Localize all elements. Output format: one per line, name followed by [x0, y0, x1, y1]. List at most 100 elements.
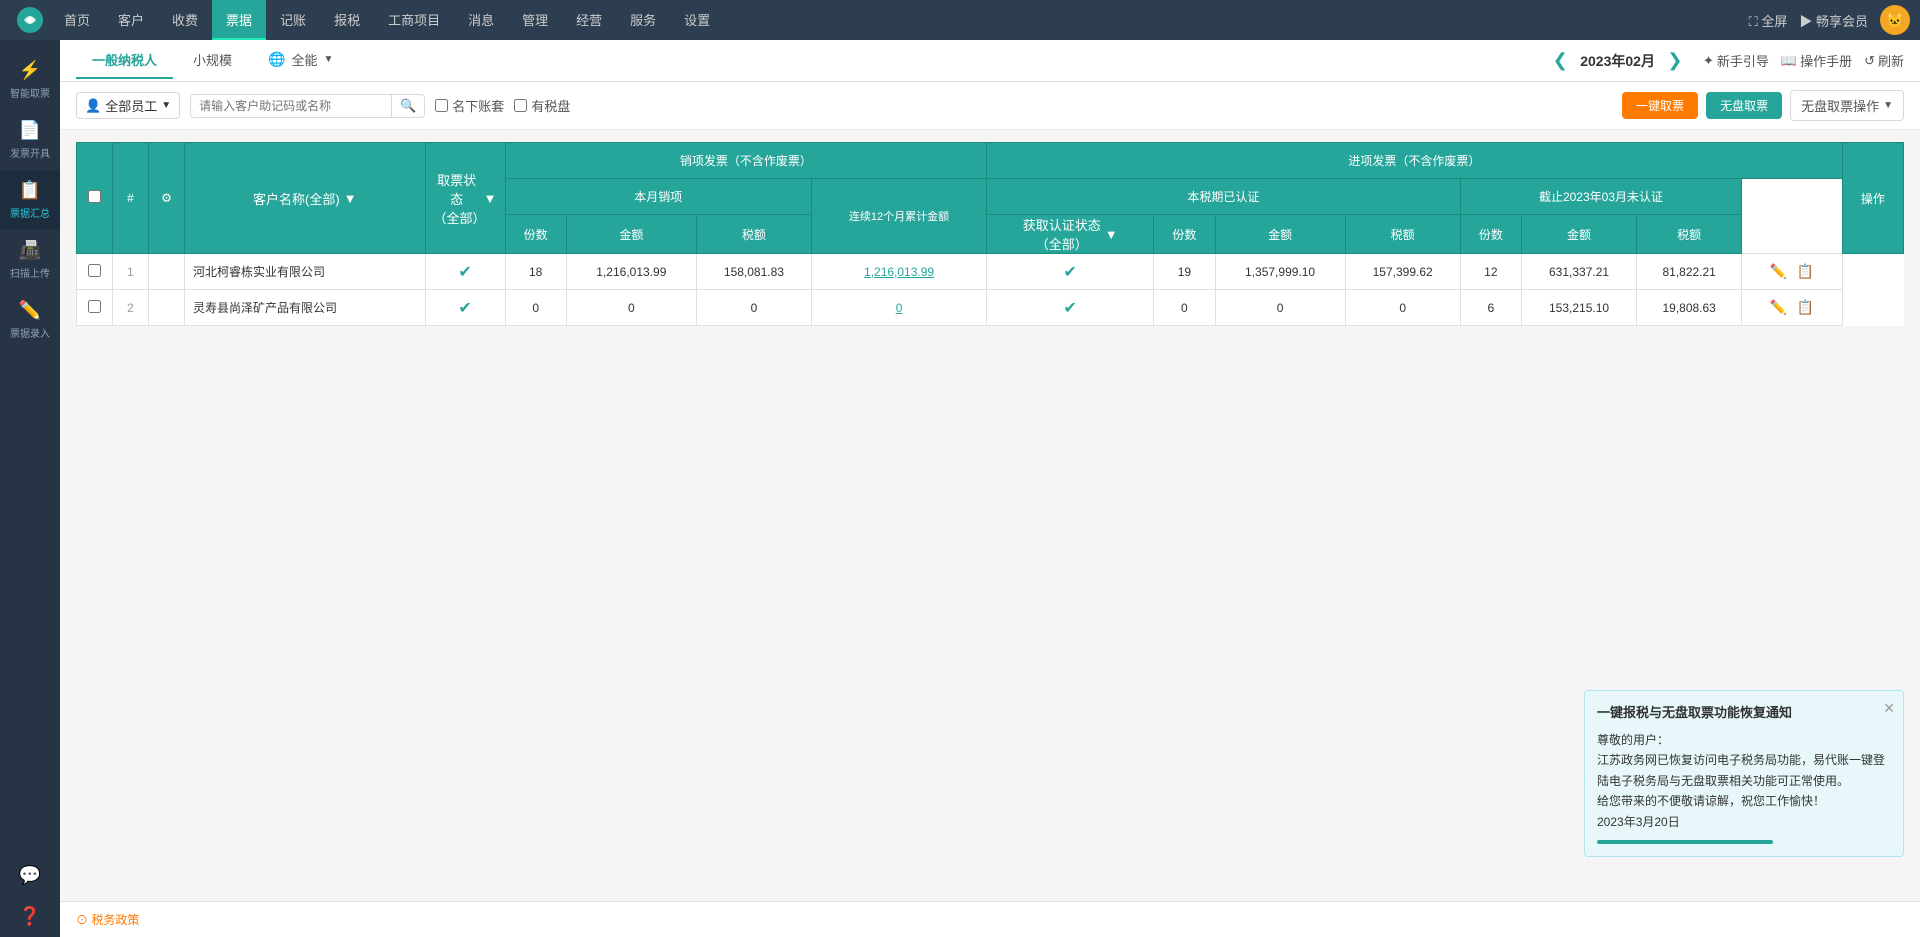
th-action: 操作 — [1842, 143, 1903, 254]
guide-btn[interactable]: ✦ 新手引导 — [1703, 51, 1769, 70]
employee-icon: 👤 — [85, 98, 101, 114]
row-view-icon[interactable]: 📋 — [1797, 263, 1814, 279]
row-purchase-current-qty: 0 — [1154, 290, 1215, 326]
nav-right: ⛶ 全屏 ▶ 畅享会员 🐱 — [1749, 5, 1910, 35]
sidebar-item-chat[interactable]: 💬 — [0, 855, 60, 896]
nav-service[interactable]: 服务 — [616, 0, 670, 40]
search-button[interactable]: 🔍 — [391, 95, 424, 117]
refresh-btn[interactable]: ↺ 刷新 — [1864, 51, 1904, 70]
date-nav: ❮ 2023年02月 ❯ — [1548, 49, 1687, 73]
nav-business[interactable]: 经营 — [562, 0, 616, 40]
tab-bar: 一般纳税人 小规模 🌐 全能 ▼ ❮ 2023年02月 ❯ ✦ 新手引导 📖 操… — [60, 40, 1920, 82]
chevron-down-icon: ▼ — [323, 54, 333, 65]
sidebar-item-invoice-entry[interactable]: ✏️ 票据录入 — [0, 290, 60, 350]
notification-body: 尊敬的用户： 江苏政务网已恢复访问电子税务局功能，易代账一键登陆电子税务局与无盘… — [1597, 730, 1891, 832]
row-edit-icon[interactable]: ✏️ — [1770, 299, 1787, 315]
sidebar-item-invoice-summary[interactable]: 📋 票据汇总 — [0, 170, 60, 230]
main-table: # ⚙ 客户名称(全部) ▼ 取票状态（全部） ▼ — [76, 142, 1904, 326]
avatar[interactable]: 🐱 — [1880, 5, 1910, 35]
prev-month-btn[interactable]: ❮ — [1548, 49, 1572, 73]
tax-policy-link[interactable]: ⊙ 税务政策 — [76, 911, 139, 928]
row-purchase-uncert-amount: 631,337.21 — [1521, 254, 1636, 290]
checkbox-my-accounts[interactable]: 名下账套 — [435, 96, 504, 115]
fullscreen-btn[interactable]: ⛶ 全屏 — [1749, 11, 1788, 30]
sidebar-bottom: 💬 ❓ — [0, 855, 60, 937]
row-checkbox[interactable] — [88, 300, 101, 313]
tab-small-scale[interactable]: 小规模 — [177, 42, 248, 79]
row-sales-accum[interactable]: 0 — [811, 290, 986, 326]
row-index: 2 — [113, 290, 149, 326]
row-sales-amount: 1,216,013.99 — [566, 254, 696, 290]
row-purchase-uncert-amount: 153,215.10 — [1521, 290, 1636, 326]
th-purchase-group: 进项发票（不含作废票） — [987, 143, 1843, 179]
next-month-btn[interactable]: ❯ — [1663, 49, 1687, 73]
th-sales-qty: 份数 — [505, 215, 566, 254]
sidebar-item-help[interactable]: ❓ — [0, 896, 60, 937]
search-input[interactable] — [191, 96, 391, 116]
row-customer-name: 河北柯睿栋实业有限公司 — [185, 254, 426, 290]
row-edit-icon[interactable]: ✏️ — [1770, 263, 1787, 279]
row-purchase-current-amount: 1,357,999.10 — [1215, 254, 1345, 290]
member-btn[interactable]: ▶ 畅享会员 — [1799, 11, 1868, 30]
chat-icon: 💬 — [19, 865, 41, 886]
chevron-down-icon: ▼ — [1883, 100, 1893, 111]
th-customer-name: 客户名称(全部) ▼ — [185, 143, 426, 254]
employee-select[interactable]: 👤 全部员工 ▼ — [76, 92, 180, 119]
row-index: 1 — [113, 254, 149, 290]
toolbar-right: 一键取票 无盘取票 无盘取票操作 ▼ — [1622, 90, 1904, 121]
select-all-checkbox[interactable] — [88, 190, 101, 203]
sidebar-item-invoice-open[interactable]: 📄 发票开具 — [0, 110, 60, 170]
row-settings — [149, 290, 185, 326]
one-click-fetch-btn[interactable]: 一键取票 — [1622, 92, 1698, 119]
nav-tax[interactable]: 报税 — [320, 0, 374, 40]
notification-title: 一键报税与无盘取票功能恢复通知 — [1597, 703, 1891, 724]
no-disc-operation-btn[interactable]: 无盘取票操作 ▼ — [1790, 90, 1904, 121]
row-view-icon[interactable]: 📋 — [1797, 299, 1814, 315]
th-purchase-current-qty: 份数 — [1154, 215, 1215, 254]
sidebar-item-smart-ticket[interactable]: ⚡ 智能取票 — [0, 50, 60, 110]
th-purchase-current-tax: 税额 — [1345, 215, 1460, 254]
top-actions: ✦ 新手引导 📖 操作手册 ↺ 刷新 — [1703, 51, 1904, 70]
nav-manage[interactable]: 管理 — [508, 0, 562, 40]
row-sales-tax: 158,081.83 — [696, 254, 811, 290]
nav-invoice[interactable]: 票据 — [212, 0, 266, 40]
row-sales-qty: 0 — [505, 290, 566, 326]
row-cert-status: ✔ — [987, 254, 1154, 290]
tab-all[interactable]: 🌐 全能 ▼ — [252, 42, 349, 79]
nav-settings[interactable]: 设置 — [670, 0, 724, 40]
row-fetch-status: ✔ — [425, 254, 505, 290]
tax-disc-checkbox[interactable] — [514, 99, 527, 112]
row-checkbox[interactable] — [88, 264, 101, 277]
scan-upload-icon: 📠 — [19, 240, 41, 261]
th-purchase-current-amount: 金额 — [1215, 215, 1345, 254]
globe-icon: 🌐 — [268, 51, 285, 68]
row-purchase-uncert-qty: 6 — [1460, 290, 1521, 326]
row-fetch-status: ✔ — [425, 290, 505, 326]
row-purchase-uncert-tax: 81,822.21 — [1637, 254, 1742, 290]
nav-fee[interactable]: 收费 — [158, 0, 212, 40]
nav-customer[interactable]: 客户 — [104, 0, 158, 40]
table-row: 1 河北柯睿栋实业有限公司 ✔ 18 1,216,013.99 158,081.… — [77, 254, 1904, 290]
row-purchase-current-amount: 0 — [1215, 290, 1345, 326]
row-purchase-current-qty: 19 — [1154, 254, 1215, 290]
nav-bookkeeping[interactable]: 记账 — [266, 0, 320, 40]
my-accounts-checkbox[interactable] — [435, 99, 448, 112]
no-disc-fetch-btn[interactable]: 无盘取票 — [1706, 92, 1782, 119]
notification-scrollbar — [1597, 840, 1773, 844]
checkbox-tax-disc[interactable]: 有税盘 — [514, 96, 570, 115]
tab-general-taxpayer[interactable]: 一般纳税人 — [76, 42, 173, 79]
row-sales-accum[interactable]: 1,216,013.99 — [811, 254, 986, 290]
th-fetch-status: 取票状态（全部） ▼ — [425, 143, 505, 254]
nav-commerce[interactable]: 工商项目 — [374, 0, 454, 40]
row-actions: ✏️ 📋 — [1742, 254, 1842, 290]
notification-panel: ✕ 一键报税与无盘取票功能恢复通知 尊敬的用户： 江苏政务网已恢复访问电子税务局… — [1584, 690, 1904, 857]
nav-message[interactable]: 消息 — [454, 0, 508, 40]
nav-items: 首页 客户 收费 票据 记账 报税 工商项目 消息 管理 经营 服务 设置 — [50, 0, 1749, 40]
th-cert-status: 获取认证状态（全部） ▼ — [987, 215, 1154, 254]
search-wrap: 🔍 — [190, 94, 425, 118]
sidebar-item-scan-upload[interactable]: 📠 扫描上传 — [0, 230, 60, 290]
manual-btn[interactable]: 📖 操作手册 — [1781, 51, 1852, 70]
nav-home[interactable]: 首页 — [50, 0, 104, 40]
notification-close-btn[interactable]: ✕ — [1883, 697, 1895, 719]
row-purchase-current-tax: 157,399.62 — [1345, 254, 1460, 290]
